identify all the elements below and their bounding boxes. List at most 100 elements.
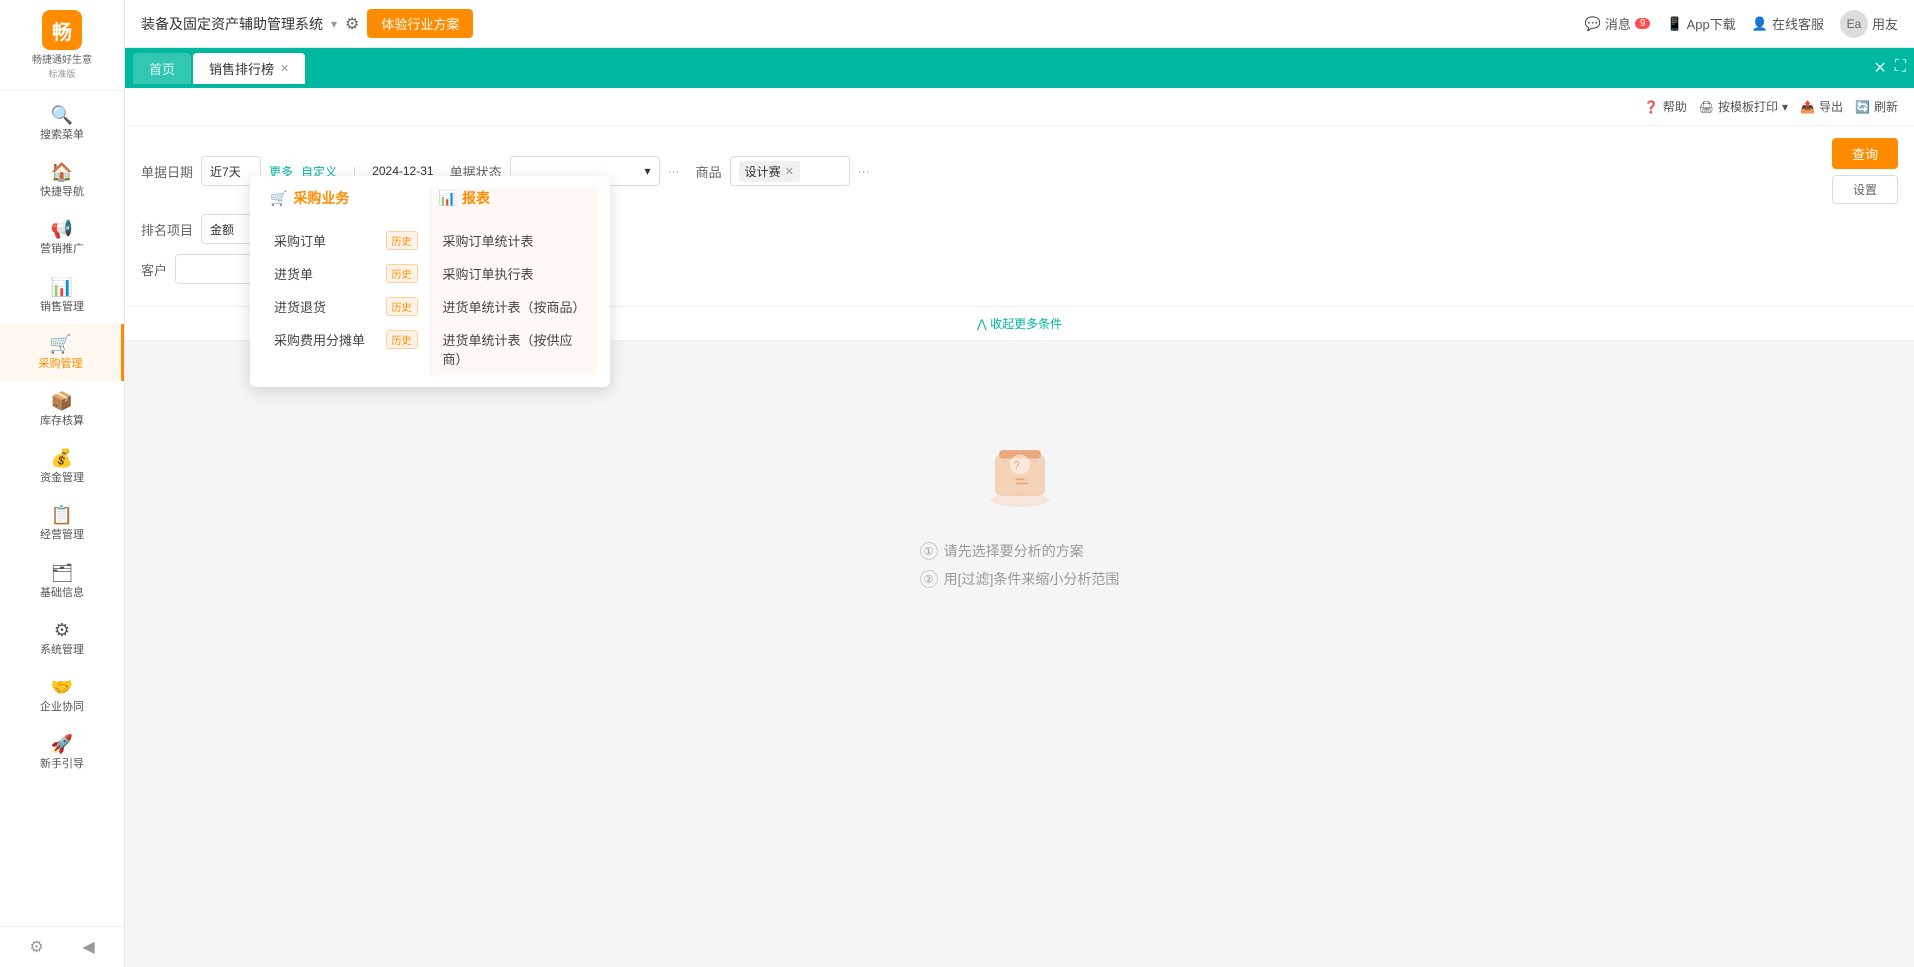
goods-tag-close[interactable]: ✕: [785, 165, 794, 178]
sidebar-label-basic-info: 基础信息: [40, 587, 84, 600]
purchase-menu-section: 🛒 采购业务 采购订单 历史 进货单 历史 进货退货 历史: [262, 188, 430, 375]
sidebar-item-inventory[interactable]: 📦 库存核算: [0, 381, 124, 438]
inventory-icon: 📦: [51, 391, 73, 412]
sidebar-label-finance: 资金管理: [40, 472, 84, 485]
industry-btn[interactable]: 体验行业方案: [367, 9, 473, 38]
header-left: 装备及固定资产辅助管理系统 ▾ ⚙ 体验行业方案: [141, 9, 473, 38]
logo-text: 畅捷通好生意: [32, 54, 92, 67]
export-btn[interactable]: 📤 导出: [1800, 98, 1843, 115]
rank-label: 排名项目: [141, 220, 193, 239]
tip-text-1: 请先选择要分析的方案: [944, 541, 1084, 561]
customer-label: 客户: [141, 260, 167, 279]
tab-close-window-btn[interactable]: ✕: [1873, 58, 1886, 78]
header-settings-btn[interactable]: ⚙: [345, 14, 359, 34]
query-btn[interactable]: 查询: [1832, 138, 1898, 169]
sidebar-item-basic-info[interactable]: 🗂 基础信息: [0, 553, 124, 610]
sidebar-item-marketing[interactable]: 📢 营销推广: [0, 209, 124, 266]
sidebar: 畅 畅捷通好生意 标准版 🔍 搜索菜单 🏠 快捷导航 📢 营销推广 📊 销售管理…: [0, 0, 125, 967]
sidebar-label-search: 搜索菜单: [40, 129, 84, 142]
empty-tip-1: ① 请先选择要分析的方案: [920, 541, 1120, 561]
logo-icon: 畅: [42, 10, 82, 50]
settings-bottom-btn[interactable]: ⚙: [29, 937, 43, 957]
sales-icon: 📊: [51, 277, 73, 298]
collapse-sidebar-btn[interactable]: ◀: [82, 937, 94, 957]
menu-item-expense[interactable]: 采购费用分摊单 历史: [270, 323, 422, 356]
menu-item-incoming-by-supplier[interactable]: 进货单统计表（按供应商）: [439, 323, 591, 375]
print-label: 按模板打印: [1718, 98, 1778, 115]
refresh-btn[interactable]: 🔄 刷新: [1855, 98, 1898, 115]
tip-text-2: 用[过滤]条件来缩小分析范围: [944, 569, 1120, 589]
menu-item-returns[interactable]: 进货退货 历史: [270, 290, 422, 323]
user-label: 用友: [1872, 14, 1898, 33]
menu-item-incoming-by-goods[interactable]: 进货单统计表（按商品）: [439, 290, 591, 323]
tab-sales-ranking[interactable]: 销售排行榜 ✕: [193, 53, 305, 84]
avatar: Ea: [1840, 10, 1868, 38]
help-btn[interactable]: ❓ 帮助: [1644, 98, 1687, 115]
sidebar-item-sales[interactable]: 📊 销售管理: [0, 267, 124, 324]
export-label: 导出: [1819, 98, 1843, 115]
sidebar-item-home[interactable]: 🏠 快捷导航: [0, 152, 124, 209]
tab-expand-btn[interactable]: ⛶: [1895, 58, 1906, 78]
empty-illustration: ?: [970, 421, 1070, 521]
sidebar-item-management[interactable]: 📋 经营管理: [0, 495, 124, 552]
tab-bar: 首页 销售排行榜 ✕ ✕ ⛶: [125, 48, 1914, 88]
message-label: 消息: [1605, 14, 1631, 33]
online-service-btn[interactable]: 👤 在线客服: [1752, 14, 1824, 33]
sidebar-item-finance[interactable]: 💰 资金管理: [0, 438, 124, 495]
goods-select[interactable]: 设计赛 ✕: [730, 156, 850, 186]
expense-history[interactable]: 历史: [386, 330, 418, 349]
empty-tips: ① 请先选择要分析的方案 ② 用[过滤]条件来缩小分析范围: [920, 541, 1120, 597]
finance-icon: 💰: [51, 448, 73, 469]
home-tab-label: 首页: [149, 59, 175, 78]
print-dropdown-icon[interactable]: ▾: [1782, 100, 1788, 114]
filter-actions: 查询 设置: [1832, 138, 1898, 204]
sidebar-nav: 🔍 搜索菜单 🏠 快捷导航 📢 营销推广 📊 销售管理 🛒 采购管理 📦 库存核…: [0, 91, 124, 926]
purchase-order-history[interactable]: 历史: [386, 231, 418, 250]
print-btn[interactable]: 🖨 按模板打印 ▾: [1699, 98, 1788, 115]
app-download-btn[interactable]: 📱 App下载: [1666, 14, 1735, 33]
page-content: ❓ 帮助 🖨 按模板打印 ▾ 📤 导出 🔄 刷新 单据日期: [125, 88, 1914, 967]
sidebar-item-search[interactable]: 🔍 搜索菜单: [0, 95, 124, 152]
collab-icon: 🤝: [51, 677, 73, 698]
menu-item-purchase-order[interactable]: 采购订单 历史: [270, 224, 422, 257]
user-btn[interactable]: Ea 用友: [1840, 10, 1898, 38]
online-service-label: 在线客服: [1772, 14, 1824, 33]
goods-tag: 设计赛 ✕: [739, 161, 800, 182]
sidebar-label-sales: 销售管理: [40, 301, 84, 314]
header-right: 💬 消息 9 📱 App下载 👤 在线客服 Ea 用友: [1585, 10, 1898, 38]
management-icon: 📋: [51, 505, 73, 526]
returns-history[interactable]: 历史: [386, 297, 418, 316]
incoming-label: 进货单: [274, 264, 386, 283]
report-menu-section: 📊 报表 采购订单统计表 采购订单执行表 进货单统计表（按商品） 进货单统计表（…: [430, 188, 599, 375]
menu-item-order-exec[interactable]: 采购订单执行表: [439, 257, 591, 290]
menu-item-order-stats[interactable]: 采购订单统计表: [439, 224, 591, 257]
empty-tip-2: ② 用[过滤]条件来缩小分析范围: [920, 569, 1120, 589]
sidebar-label-marketing: 营销推广: [40, 243, 84, 256]
message-btn[interactable]: 💬 消息 9: [1585, 14, 1651, 33]
menu-item-incoming[interactable]: 进货单 历史: [270, 257, 422, 290]
incoming-history[interactable]: 历史: [386, 264, 418, 283]
tab-home[interactable]: 首页: [133, 53, 191, 84]
service-icon: 👤: [1752, 16, 1768, 32]
sales-ranking-tab-label: 销售排行榜: [209, 59, 274, 78]
basic-info-icon: 🗂: [51, 563, 74, 584]
purchase-section-title: 🛒 采购业务: [270, 188, 422, 214]
sidebar-item-purchase[interactable]: 🛒 采购管理: [0, 324, 124, 381]
status-more-btn[interactable]: ···: [668, 164, 680, 178]
tab-close-btn[interactable]: ✕: [280, 62, 289, 75]
date-label: 单据日期: [141, 162, 193, 181]
print-icon: 🖨: [1699, 100, 1714, 114]
sidebar-label-collab: 企业协同: [40, 701, 84, 714]
rank-value: 金额: [210, 221, 234, 238]
sidebar-item-guide[interactable]: 🚀 新手引导: [0, 724, 124, 781]
goods-more-btn[interactable]: ···: [858, 164, 870, 178]
help-label: 帮助: [1663, 98, 1687, 115]
main-area: 装备及固定资产辅助管理系统 ▾ ⚙ 体验行业方案 💬 消息 9 📱 App下载 …: [125, 0, 1914, 967]
purchase-order-label: 采购订单: [274, 231, 386, 250]
sidebar-item-collab[interactable]: 🤝 企业协同: [0, 667, 124, 724]
sidebar-item-system[interactable]: ⚙ 系统管理: [0, 610, 124, 667]
header-dropdown-btn[interactable]: ▾: [331, 17, 337, 31]
settings-btn[interactable]: 设置: [1832, 175, 1898, 204]
tip-num-1: ①: [920, 542, 938, 560]
system-name: 装备及固定资产辅助管理系统: [141, 14, 323, 34]
